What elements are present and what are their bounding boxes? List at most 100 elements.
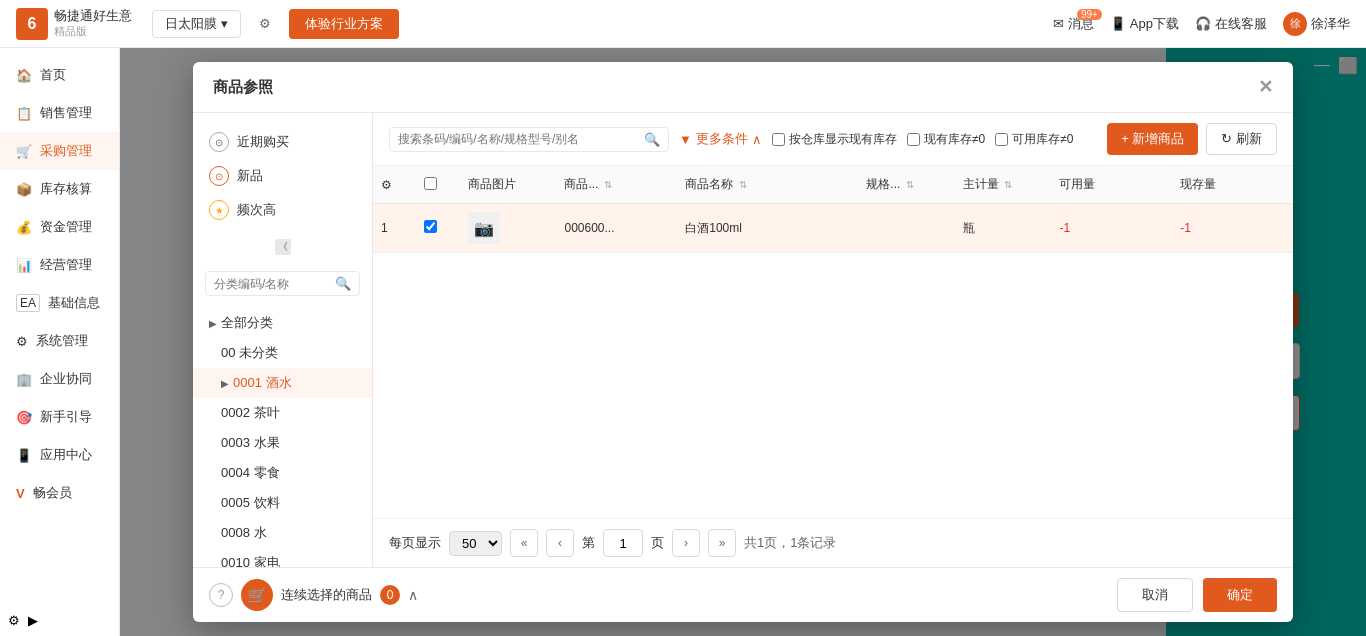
filter-icon: ▼ [679, 132, 692, 147]
sidebar-label-home: 首页 [40, 66, 66, 84]
sidebar-item-enterprise[interactable]: 🏢 企业协同 [0, 360, 119, 398]
page-number-input[interactable] [603, 529, 643, 557]
new-icon: ⊙ [209, 166, 229, 186]
page-size-select[interactable]: 50 [449, 531, 502, 556]
category-0008[interactable]: 0008 水 [193, 518, 372, 548]
settings-icon[interactable]: ⚙ [249, 8, 281, 40]
col-code[interactable]: 商品... ⇅ [556, 166, 677, 204]
refresh-table-button[interactable]: ↻ 刷新 [1206, 123, 1277, 155]
category-0004[interactable]: 0004 零食 [193, 458, 372, 488]
modal-close-button[interactable]: ✕ [1258, 76, 1273, 98]
col-name[interactable]: 商品名称 ⇅ [677, 166, 858, 204]
left-collapse-button[interactable]: 《 [275, 239, 291, 255]
sidebar-item-purchase[interactable]: 🛒 采购管理 [0, 132, 119, 170]
modal-overlay: 商品参照 ✕ ⊙ 近期购买 ⊙ 新品 [120, 48, 1366, 636]
sidebar-item-system[interactable]: ⚙ 系统管理 [0, 322, 119, 360]
app-download-btn[interactable]: 📱 App下载 [1110, 15, 1179, 33]
category-0002[interactable]: 0002 茶叶 [193, 398, 372, 428]
quick-section: ⊙ 近期购买 ⊙ 新品 ★ 频次高 [193, 121, 372, 231]
sidebar-item-basics[interactable]: EA 基础信息 [0, 284, 119, 322]
next-page-button[interactable]: › [672, 529, 700, 557]
product-search-input[interactable] [398, 132, 640, 146]
confirm-button[interactable]: 确定 [1203, 578, 1277, 612]
sidebar-label-finance: 资金管理 [40, 218, 92, 236]
category-0002-label: 0002 茶叶 [221, 404, 280, 422]
quick-item-recent[interactable]: ⊙ 近期购买 [193, 125, 372, 159]
help-button[interactable]: ? [209, 583, 233, 607]
left-search-input[interactable] [214, 277, 331, 291]
messages-btn[interactable]: ✉ 消息 99+ [1053, 15, 1094, 33]
category-all[interactable]: ▶ 全部分类 [193, 308, 372, 338]
logo-sub: 精品版 [54, 24, 132, 39]
cell-seq: 1 [373, 204, 416, 253]
category-0001[interactable]: ▶ 0001 酒水 [193, 368, 372, 398]
stock-nonzero-checkbox-input[interactable] [907, 133, 920, 146]
cell-code: 000600... [556, 204, 677, 253]
product-search-box[interactable]: 🔍 [389, 127, 669, 152]
add-product-button[interactable]: + 新增商品 [1107, 123, 1198, 155]
category-0010[interactable]: 0010 家电 [193, 548, 372, 567]
cell-checkbox[interactable] [416, 204, 459, 253]
filter-actions: + 新增商品 ↻ 刷新 [1107, 123, 1277, 155]
checkbox-available-nonzero[interactable]: 可用库存≠0 [995, 131, 1073, 148]
sidebar-label-sales: 销售管理 [40, 104, 92, 122]
cart-icon: 🛒 [241, 579, 273, 611]
sidebar-item-home[interactable]: 🏠 首页 [0, 56, 119, 94]
col-spec[interactable]: 规格... ⇅ [858, 166, 955, 204]
page-size-label: 每页显示 [389, 534, 441, 552]
category-all-label: 全部分类 [221, 314, 273, 332]
col-unit[interactable]: 主计量 ⇅ [955, 166, 1052, 204]
sidebar-item-finance[interactable]: 💰 资金管理 [0, 208, 119, 246]
sidebar-item-operations[interactable]: 📊 经营管理 [0, 246, 119, 284]
quick-item-new[interactable]: ⊙ 新品 [193, 159, 372, 193]
sidebar-label-member: 畅会员 [33, 484, 72, 502]
sidebar-item-guide[interactable]: 🎯 新手引导 [0, 398, 119, 436]
last-page-button[interactable]: » [708, 529, 736, 557]
quick-item-frequent[interactable]: ★ 频次高 [193, 193, 372, 227]
cart-label: 连续选择的商品 [281, 586, 372, 604]
warehouse-checkbox-input[interactable] [772, 133, 785, 146]
row-checkbox[interactable] [424, 220, 437, 233]
category-00[interactable]: 00 未分类 [193, 338, 372, 368]
user-area[interactable]: 徐 徐泽华 [1283, 12, 1350, 36]
trial-button[interactable]: 体验行业方案 [289, 9, 399, 39]
sidebar-item-member[interactable]: V 畅会员 [0, 474, 119, 512]
table-row[interactable]: 1 📷 000600... 白酒100ml [373, 204, 1293, 253]
category-0005[interactable]: 0005 饮料 [193, 488, 372, 518]
product-thumbnail: 📷 [468, 212, 500, 244]
cell-image: 📷 [460, 204, 557, 253]
sidebar-bottom-icon[interactable]: ⚙ [8, 613, 20, 628]
cart-collapse-button[interactable]: ∧ [408, 587, 418, 603]
category-0001-label: 0001 酒水 [233, 374, 292, 392]
sidebar-item-inventory[interactable]: 📦 库存核算 [0, 170, 119, 208]
system-icon: ⚙ [16, 334, 28, 349]
company-dropdown[interactable]: 日太阳膜 ▾ [152, 10, 241, 38]
more-conditions-btn[interactable]: ▼ 更多条件 ∧ [679, 130, 762, 148]
checkbox-stock-label: 现有库存≠0 [924, 131, 985, 148]
cancel-button[interactable]: 取消 [1117, 578, 1193, 612]
logo-name: 畅捷通好生意 [54, 8, 132, 24]
checkbox-warehouse[interactable]: 按仓库显示现有库存 [772, 131, 897, 148]
col-available: 可用量 [1051, 166, 1172, 204]
sidebar-item-sales[interactable]: 📋 销售管理 [0, 94, 119, 132]
select-all-checkbox[interactable] [424, 177, 437, 190]
online-service-btn[interactable]: 🎧 在线客服 [1195, 15, 1267, 33]
first-page-button[interactable]: « [510, 529, 538, 557]
home-icon: 🏠 [16, 68, 32, 83]
cell-unit: 瓶 [955, 204, 1052, 253]
left-search-box[interactable]: 🔍 [205, 271, 360, 296]
col-code-sort: ⇅ [604, 179, 612, 190]
category-00-label: 00 未分类 [221, 344, 278, 362]
product-table: ⚙ 商品图片 商品... ⇅ [373, 166, 1293, 253]
sidebar-bottom-arrow[interactable]: ▶ [28, 613, 38, 628]
category-tree: ▶ 全部分类 00 未分类 ▶ 0001 酒水 0002 茶 [193, 304, 372, 567]
sidebar-item-appcenter[interactable]: 📱 应用中心 [0, 436, 119, 474]
col-settings[interactable]: ⚙ [373, 166, 416, 204]
main-layout: 🏠 首页 📋 销售管理 🛒 采购管理 📦 库存核算 💰 资金管理 📊 经营管理 … [0, 48, 1366, 636]
category-0001-arrow: ▶ [221, 378, 229, 389]
checkbox-stock-nonzero[interactable]: 现有库存≠0 [907, 131, 985, 148]
available-nonzero-checkbox-input[interactable] [995, 133, 1008, 146]
prev-page-button[interactable]: ‹ [546, 529, 574, 557]
footer-actions: 取消 确定 [1117, 578, 1277, 612]
category-0003[interactable]: 0003 水果 [193, 428, 372, 458]
